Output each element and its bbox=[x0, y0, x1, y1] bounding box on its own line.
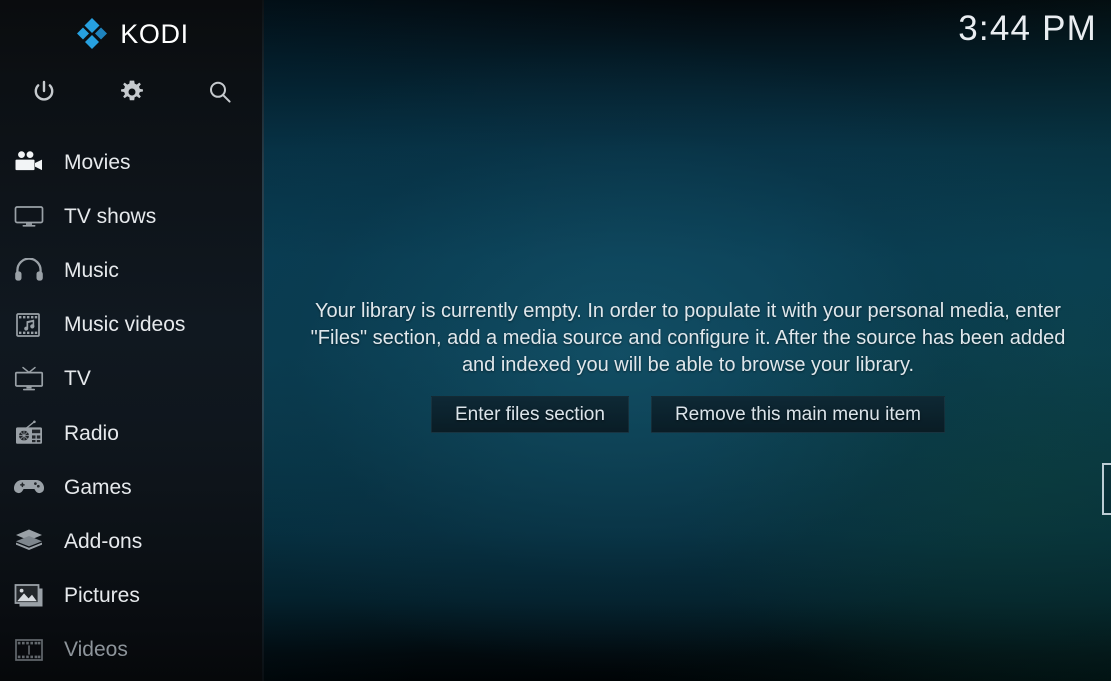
sidebar-item-label: Movies bbox=[64, 150, 131, 174]
empty-library-message: Your library is currently empty. In orde… bbox=[310, 300, 1066, 376]
sidebar-item-videos[interactable]: Videos bbox=[0, 623, 264, 677]
headphones-icon bbox=[8, 254, 50, 286]
search-button[interactable] bbox=[176, 70, 264, 114]
sidebar-item-music[interactable]: Music bbox=[0, 243, 264, 297]
empty-library-panel: Your library is currently empty. In orde… bbox=[286, 298, 1090, 433]
search-icon bbox=[207, 79, 233, 105]
sidebar-item-tv[interactable]: TV bbox=[0, 352, 264, 406]
sidebar-toolbar bbox=[0, 70, 264, 114]
sidebar-item-tv-shows[interactable]: TV shows bbox=[0, 189, 264, 243]
sidebar-item-label: Pictures bbox=[64, 584, 140, 608]
open-box-icon bbox=[8, 525, 50, 557]
sidebar-item-music-videos[interactable]: Music videos bbox=[0, 298, 264, 352]
remove-main-menu-item-button[interactable]: Remove this main menu item bbox=[650, 396, 945, 433]
gear-icon bbox=[119, 79, 145, 105]
sidebar-item-label: Add-ons bbox=[64, 529, 143, 553]
power-icon bbox=[31, 79, 57, 105]
power-button[interactable] bbox=[0, 70, 88, 114]
clock: 3:44 PM bbox=[958, 9, 1097, 48]
film-music-icon bbox=[8, 309, 50, 341]
kodi-logo-icon bbox=[75, 17, 109, 51]
gamepad-icon bbox=[8, 471, 50, 503]
movie-camera-icon bbox=[8, 146, 50, 178]
settings-button[interactable] bbox=[88, 70, 176, 114]
film-strip-icon bbox=[8, 634, 50, 666]
sidebar-item-label: Videos bbox=[64, 638, 128, 662]
sidebar-divider bbox=[262, 0, 264, 681]
sidebar-item-label: Music bbox=[64, 258, 119, 282]
app-title: KODI bbox=[120, 18, 189, 49]
picture-icon bbox=[8, 580, 50, 612]
sidebar-item-label: Games bbox=[64, 475, 132, 499]
sidebar-item-label: Radio bbox=[64, 421, 119, 445]
radio-icon bbox=[8, 417, 50, 449]
sidebar: KODI Movies TV shows Music Music videos … bbox=[0, 0, 264, 681]
sidebar-item-label: TV bbox=[64, 367, 91, 391]
right-edge-panel-handle[interactable] bbox=[1102, 463, 1111, 515]
sidebar-item-label: Music videos bbox=[64, 313, 186, 337]
sidebar-item-radio[interactable]: Radio bbox=[0, 406, 264, 460]
empty-library-actions: Enter files section Remove this main men… bbox=[286, 396, 1090, 433]
app-logo: KODI bbox=[0, 12, 264, 56]
sidebar-item-movies[interactable]: Movies bbox=[0, 135, 264, 189]
sidebar-menu: Movies TV shows Music Music videos TV Ra… bbox=[0, 135, 264, 677]
sidebar-item-add-ons[interactable]: Add-ons bbox=[0, 514, 264, 568]
sidebar-item-games[interactable]: Games bbox=[0, 460, 264, 514]
sidebar-item-pictures[interactable]: Pictures bbox=[0, 569, 264, 623]
kodi-window: KODI Movies TV shows Music Music videos … bbox=[0, 0, 1111, 681]
enter-files-section-button[interactable]: Enter files section bbox=[430, 396, 629, 433]
television-icon bbox=[8, 200, 50, 232]
sidebar-item-label: TV shows bbox=[64, 204, 157, 228]
tv-antenna-icon bbox=[8, 363, 50, 395]
